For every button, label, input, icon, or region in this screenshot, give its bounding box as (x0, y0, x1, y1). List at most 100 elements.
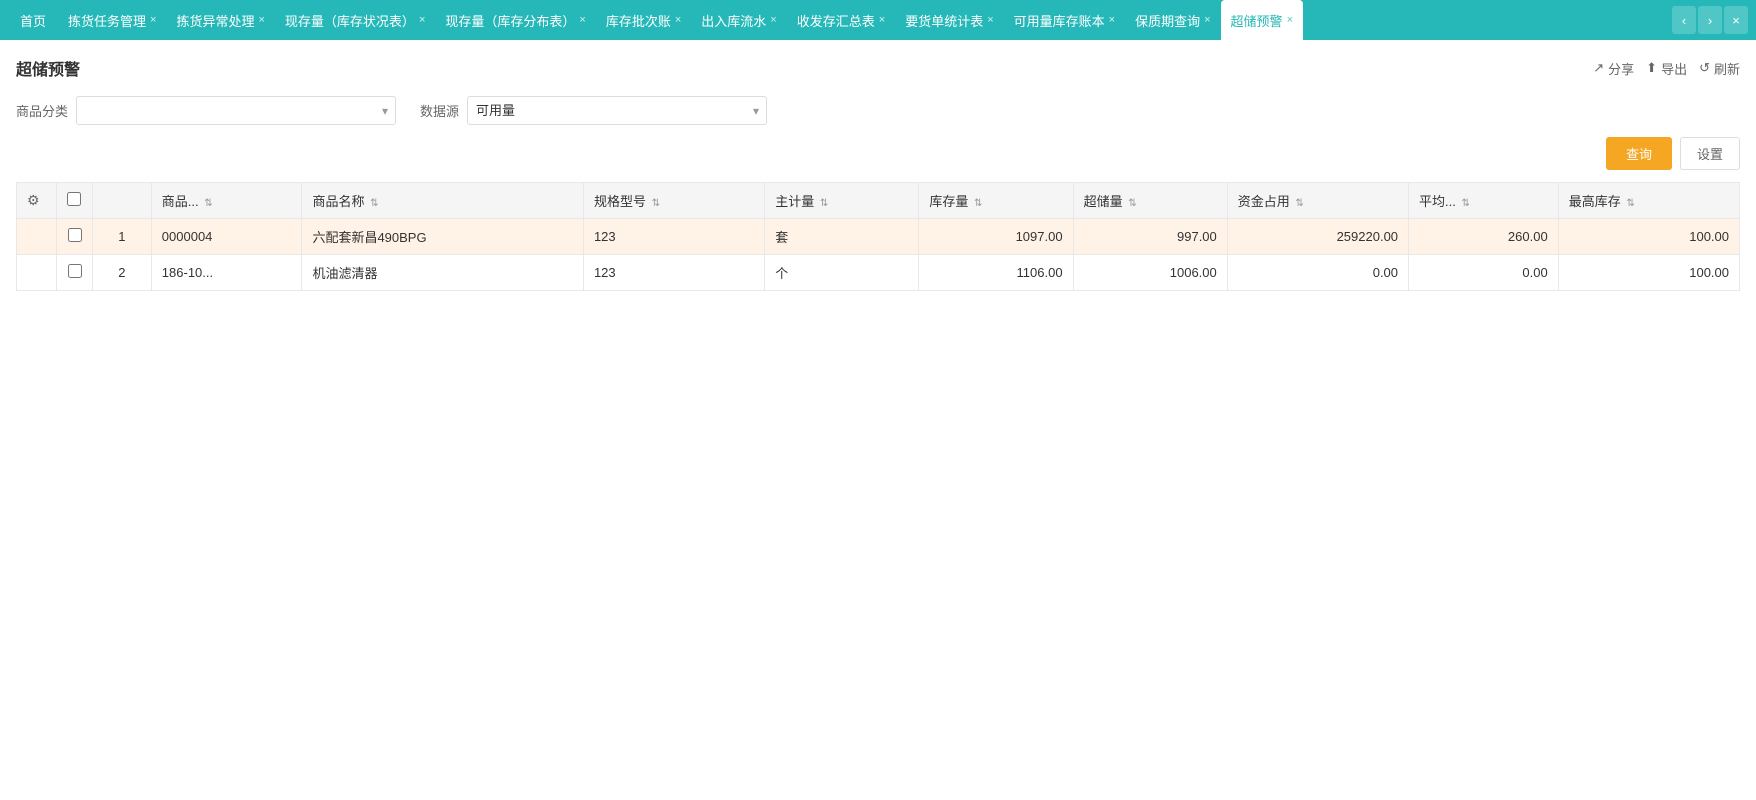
nav-arrows: ‹ › × (1672, 6, 1748, 34)
td-stock-1: 1106.00 (919, 255, 1073, 291)
nav-tab-xiancunliang2[interactable]: 现存量（库存分布表） × (435, 0, 595, 40)
nav-prev-btn[interactable]: ‹ (1672, 6, 1696, 34)
td-gear-0 (17, 219, 57, 255)
main-content: 超储预警 ↗ 分享 ⬆ 导出 ↺ 刷新 商品分类 (0, 40, 1756, 800)
sort-icon-product-code: ⇅ (204, 198, 212, 209)
row-checkbox-0[interactable] (68, 228, 82, 242)
sort-icon-product-name: ⇅ (370, 198, 378, 209)
td-stock-0: 1097.00 (919, 219, 1073, 255)
sort-icon-unit: ⇅ (820, 198, 828, 209)
close-tab-1[interactable]: × (258, 14, 264, 26)
td-max-stock-1: 100.00 (1558, 255, 1739, 291)
close-tab-5[interactable]: × (770, 14, 776, 26)
td-spec-0: 123 (583, 219, 764, 255)
nav-tab-keyongliang[interactable]: 可用量库存账本 × (1004, 0, 1125, 40)
nav-next-btn[interactable]: › (1698, 6, 1722, 34)
category-select[interactable] (76, 96, 396, 125)
th-overstock[interactable]: 超储量 ⇅ (1073, 183, 1227, 219)
sort-icon-max-stock: ⇅ (1626, 198, 1634, 209)
datasource-select-wrapper: 可用量 (467, 96, 767, 125)
header-actions: ↗ 分享 ⬆ 导出 ↺ 刷新 (1593, 59, 1740, 78)
td-unit-0: 套 (765, 219, 919, 255)
th-row-num (93, 183, 152, 219)
td-overstock-0: 997.00 (1073, 219, 1227, 255)
td-checkbox-1 (57, 255, 93, 291)
nav-tab-jianhuorenwuguanli[interactable]: 拣货任务管理 × (58, 0, 166, 40)
datasource-label: 数据源 (420, 101, 459, 120)
nav-tab-churukuliushui[interactable]: 出入库流水 × (691, 0, 786, 40)
td-unit-1: 个 (765, 255, 919, 291)
td-capital-1: 0.00 (1227, 255, 1408, 291)
nav-tab-jianhuoyichangchuli[interactable]: 拣货异常处理 × (166, 0, 274, 40)
td-spec-1: 123 (583, 255, 764, 291)
share-icon: ↗ (1593, 60, 1604, 76)
nav-tab-xiancunliang1[interactable]: 现存量（库存状况表） × (275, 0, 435, 40)
td-product-code-0: 0000004 (151, 219, 302, 255)
td-avg-0: 260.00 (1409, 219, 1559, 255)
data-table: ⚙ 商品... ⇅ 商品名称 ⇅ 规格型号 ⇅ (16, 182, 1740, 291)
sort-icon-avg: ⇅ (1462, 198, 1470, 209)
close-tab-10[interactable]: × (1287, 14, 1293, 26)
row-checkbox-1[interactable] (68, 264, 82, 278)
td-num-1: 2 (93, 255, 152, 291)
table-header-row: ⚙ 商品... ⇅ 商品名称 ⇅ 规格型号 ⇅ (17, 183, 1740, 219)
close-tab-9[interactable]: × (1204, 14, 1210, 26)
page-title: 超储预警 (16, 56, 80, 80)
filter-row: 商品分类 数据源 可用量 (16, 96, 1740, 125)
td-product-code-1: 186-10... (151, 255, 302, 291)
category-select-wrapper (76, 96, 396, 125)
nav-tab-yaohuo[interactable]: 要货单统计表 × (895, 0, 1003, 40)
th-unit[interactable]: 主计量 ⇅ (765, 183, 919, 219)
export-icon: ⬆ (1646, 60, 1657, 76)
datasource-select[interactable]: 可用量 (467, 96, 767, 125)
settings-button[interactable]: 设置 (1680, 137, 1740, 170)
refresh-button[interactable]: ↺ 刷新 (1699, 59, 1740, 78)
category-filter: 商品分类 (16, 96, 396, 125)
sort-icon-overstock: ⇅ (1128, 198, 1136, 209)
td-overstock-1: 1006.00 (1073, 255, 1227, 291)
export-button[interactable]: ⬆ 导出 (1646, 59, 1687, 78)
td-product-name-0: 六配套新昌490BPG (302, 219, 584, 255)
th-spec[interactable]: 规格型号 ⇅ (583, 183, 764, 219)
td-checkbox-0 (57, 219, 93, 255)
nav-tab-kupcipicizhang[interactable]: 库存批次账 × (596, 0, 691, 40)
nav-tab-shoufacunhuizong[interactable]: 收发存汇总表 × (787, 0, 895, 40)
th-product-code[interactable]: 商品... ⇅ (151, 183, 302, 219)
query-button[interactable]: 查询 (1606, 137, 1672, 170)
close-tab-4[interactable]: × (675, 14, 681, 26)
datasource-filter: 数据源 可用量 (420, 96, 767, 125)
td-capital-0: 259220.00 (1227, 219, 1408, 255)
nav-close-all-btn[interactable]: × (1724, 6, 1748, 34)
td-max-stock-0: 100.00 (1558, 219, 1739, 255)
th-max-stock[interactable]: 最高库存 ⇅ (1558, 183, 1739, 219)
btn-row: 查询 设置 (16, 137, 1740, 170)
nav-home[interactable]: 首页 (8, 11, 58, 30)
td-product-name-1: 机油滤清器 (302, 255, 584, 291)
sort-icon-capital: ⇅ (1295, 198, 1303, 209)
nav-tab-baozhi[interactable]: 保质期查询 × (1125, 0, 1220, 40)
gear-icon: ⚙ (27, 192, 40, 208)
close-tab-2[interactable]: × (419, 14, 425, 26)
th-stock[interactable]: 库存量 ⇅ (919, 183, 1073, 219)
close-tab-6[interactable]: × (879, 14, 885, 26)
th-gear[interactable]: ⚙ (17, 183, 57, 219)
th-product-name[interactable]: 商品名称 ⇅ (302, 183, 584, 219)
sort-icon-stock: ⇅ (974, 198, 982, 209)
td-num-0: 1 (93, 219, 152, 255)
td-avg-1: 0.00 (1409, 255, 1559, 291)
td-gear-1 (17, 255, 57, 291)
share-button[interactable]: ↗ 分享 (1593, 59, 1634, 78)
close-tab-3[interactable]: × (579, 14, 585, 26)
sort-icon-spec: ⇅ (652, 198, 660, 209)
th-checkbox (57, 183, 93, 219)
nav-tab-chaochuyujing[interactable]: 超储预警 × (1221, 0, 1303, 40)
refresh-icon: ↺ (1699, 60, 1710, 76)
close-tab-0[interactable]: × (150, 14, 156, 26)
th-capital[interactable]: 资金占用 ⇅ (1227, 183, 1408, 219)
top-navbar: 首页 拣货任务管理 × 拣货异常处理 × 现存量（库存状况表） × 现存量（库存… (0, 0, 1756, 40)
page-header: 超储预警 ↗ 分享 ⬆ 导出 ↺ 刷新 (16, 56, 1740, 80)
close-tab-8[interactable]: × (1109, 14, 1115, 26)
th-avg[interactable]: 平均... ⇅ (1409, 183, 1559, 219)
close-tab-7[interactable]: × (987, 14, 993, 26)
select-all-checkbox[interactable] (67, 192, 81, 206)
